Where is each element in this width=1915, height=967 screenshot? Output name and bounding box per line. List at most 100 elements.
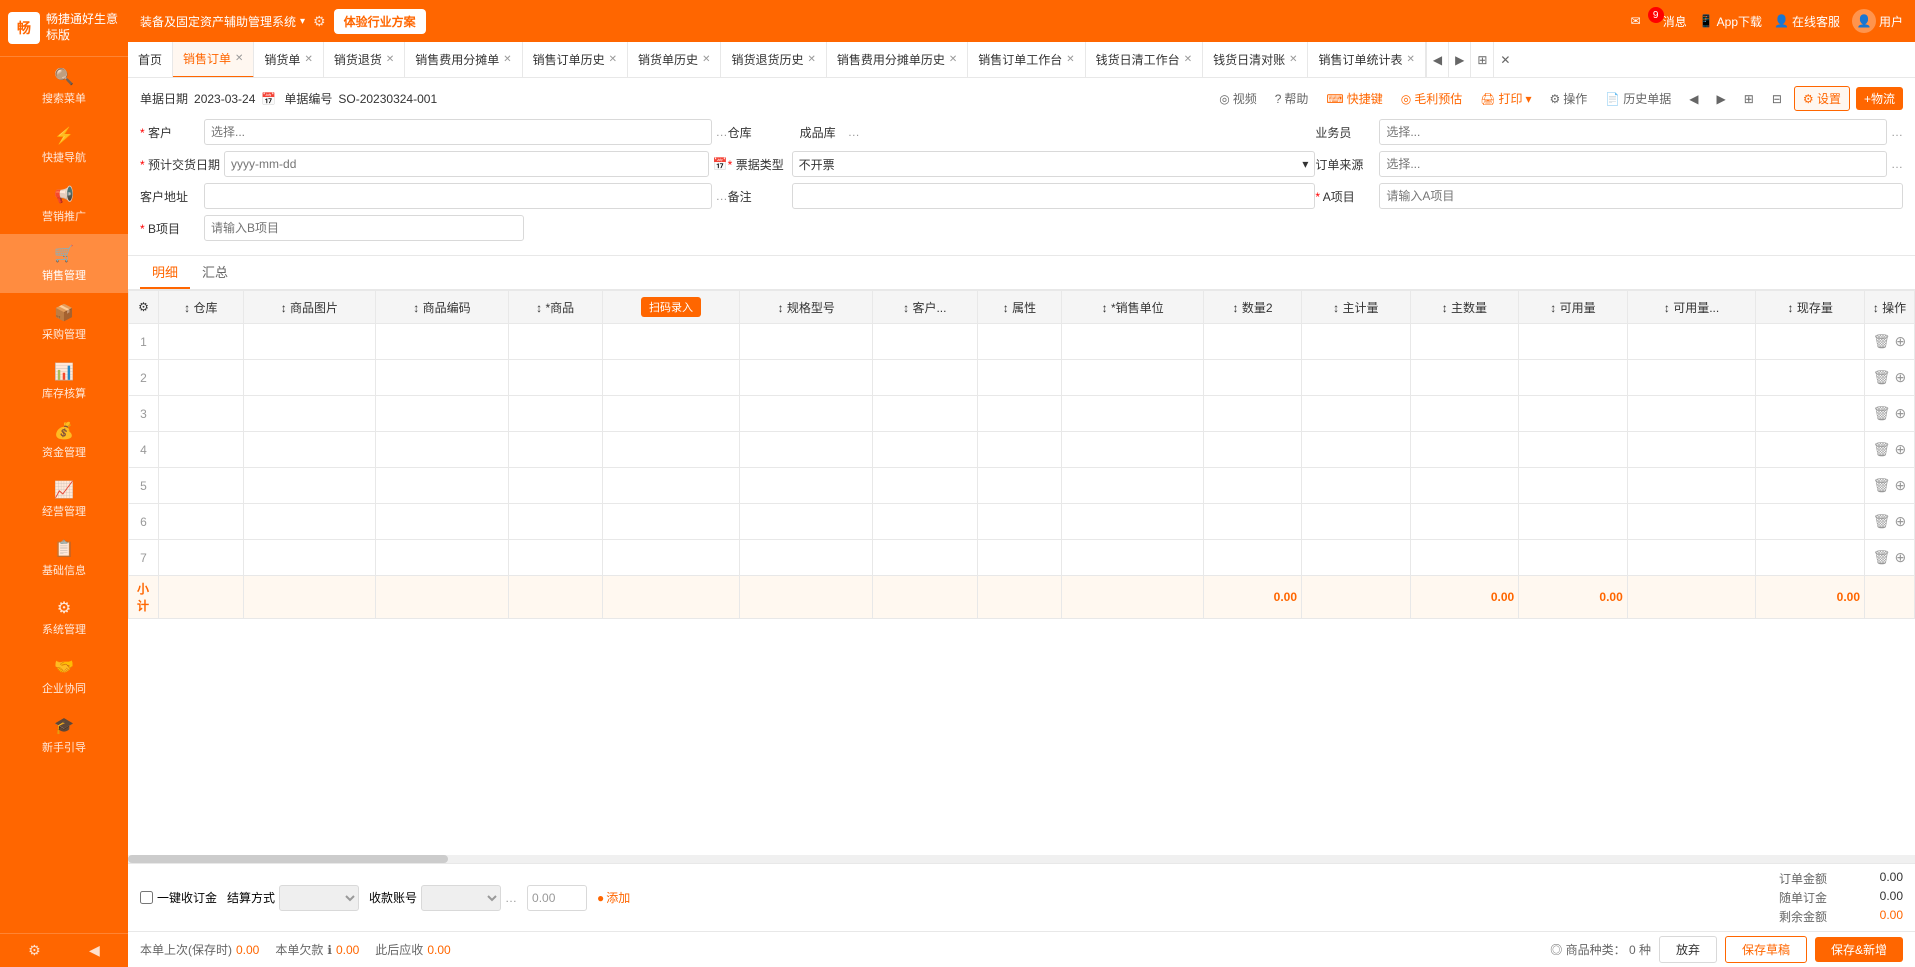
solution-button[interactable]: 体验行业方案 — [334, 9, 426, 34]
address-dots-icon[interactable]: … — [716, 189, 728, 203]
tab-cash-daily-workspace[interactable]: 钱货日清工作台✕ — [1086, 42, 1203, 78]
tab-sales-return[interactable]: 销货单✕ — [254, 42, 323, 78]
header-settings-icon[interactable]: ⚙ — [313, 13, 326, 30]
settings-icon[interactable]: ⚙ — [28, 942, 41, 959]
warehouse-dots-icon[interactable]: … — [848, 125, 860, 139]
copy-icon[interactable]: ⊕ — [1895, 333, 1907, 350]
save-draft-button[interactable]: 保存草稿 — [1725, 936, 1807, 963]
delete-icon[interactable]: 🗑 — [1873, 513, 1891, 530]
copy-icon[interactable]: ⊕ — [1895, 405, 1907, 422]
delete-icon[interactable]: 🗑 — [1873, 369, 1891, 386]
add-payment-button[interactable]: ● 添加 — [597, 889, 630, 906]
sidebar-item-quicknav[interactable]: ⚡快捷导航 — [0, 116, 128, 175]
note-input[interactable] — [792, 183, 1316, 209]
calendar-small-icon[interactable]: 📅 — [713, 157, 728, 171]
sidebar-item-finance[interactable]: 💰资金管理 — [0, 411, 128, 470]
sidebar-item-operations[interactable]: 📈经营管理 — [0, 470, 128, 529]
message-item[interactable]: ✉ 9 消息 — [1631, 13, 1687, 30]
sidebar-item-marketing[interactable]: 📢营销推广 — [0, 175, 128, 234]
tab-home[interactable]: 首页 — [128, 42, 173, 78]
tab-close-all-btn[interactable]: ✕ — [1493, 42, 1516, 78]
sidebar-item-guide[interactable]: 🎓新手引导 — [0, 706, 128, 765]
delete-icon[interactable]: 🗑 — [1873, 477, 1891, 494]
tab-sales-refund-history[interactable]: 销货退货历史✕ — [721, 42, 826, 78]
save-new-button[interactable]: 保存&新增 — [1815, 937, 1903, 962]
dropdown-arrow-icon[interactable]: ▾ — [300, 16, 305, 27]
copy-icon[interactable]: ⊕ — [1895, 369, 1907, 386]
nav-prev-icon[interactable]: ◀ — [1683, 90, 1704, 108]
sidebar-item-inventory[interactable]: 📊库存核算 — [0, 352, 128, 411]
col-settings-icon[interactable]: ⚙ — [138, 300, 149, 314]
help-btn[interactable]: ? 帮助 — [1269, 88, 1315, 109]
scan-btn[interactable]: 扫码录入 — [641, 297, 701, 317]
sidebar-item-enterprise[interactable]: 🤝企业协同 — [0, 647, 128, 706]
collapse-icon[interactable]: ◀ — [89, 942, 100, 959]
user-item[interactable]: 👤 用户 — [1852, 9, 1903, 33]
account-dots-icon[interactable]: … — [505, 891, 517, 905]
tab-expand-btn[interactable]: ⊞ — [1470, 42, 1493, 78]
tab-close-sales-order-workspace[interactable]: ✕ — [1066, 54, 1074, 65]
tab-sales-order[interactable]: 销售订单✕ — [173, 42, 254, 78]
sidebar-item-basic[interactable]: 📋基础信息 — [0, 529, 128, 588]
detail-tab-summary[interactable]: 汇总 — [190, 256, 240, 289]
sidebar-item-purchase[interactable]: 📦采购管理 — [0, 293, 128, 352]
operations-btn[interactable]: ⚙ 操作 — [1544, 88, 1594, 109]
sidebar-item-system[interactable]: ⚙系统管理 — [0, 588, 128, 647]
tab-sales-return-history[interactable]: 销货单历史✕ — [628, 42, 721, 78]
account-select[interactable] — [421, 885, 501, 911]
copy-icon[interactable]: ⊕ — [1895, 441, 1907, 458]
tab-close-sales-refund-history[interactable]: ✕ — [807, 54, 815, 65]
online-service-item[interactable]: 👤 在线客服 — [1774, 13, 1840, 30]
horizontal-scrollbar[interactable] — [128, 855, 1915, 863]
copy-icon[interactable]: ⊕ — [1895, 549, 1907, 566]
delete-icon[interactable]: 🗑 — [1873, 441, 1891, 458]
tab-close-cash-daily-workspace[interactable]: ✕ — [1184, 54, 1192, 65]
address-input[interactable] — [204, 183, 712, 209]
nav-next-icon[interactable]: ▶ — [1711, 90, 1732, 108]
settlement-select[interactable] — [279, 885, 359, 911]
order-source-input[interactable] — [1379, 151, 1887, 177]
tab-cash-reconcile[interactable]: 钱货日清对账✕ — [1203, 42, 1308, 78]
tab-prev-btn[interactable]: ◀ — [1426, 42, 1448, 78]
add-goods-button[interactable]: +物流 — [1856, 87, 1903, 110]
tab-sales-order-workspace[interactable]: 销售订单工作台✕ — [968, 42, 1085, 78]
tab-close-sales-return-history[interactable]: ✕ — [702, 54, 710, 65]
view-btn[interactable]: ◎ 视频 — [1213, 88, 1263, 109]
tab-next-btn[interactable]: ▶ — [1448, 42, 1470, 78]
tab-sales-expense-split[interactable]: 销售费用分摊单✕ — [405, 42, 522, 78]
tab-close-sales-order[interactable]: ✕ — [235, 53, 243, 64]
one-key-checkbox[interactable] — [140, 891, 153, 904]
copy-icon[interactable]: ⊕ — [1895, 477, 1907, 494]
scroll-thumb[interactable] — [128, 855, 448, 863]
tab-close-sales-expense-history[interactable]: ✕ — [949, 54, 957, 65]
b-project-input[interactable] — [204, 215, 524, 241]
maximize-icon[interactable]: ⊟ — [1766, 90, 1788, 108]
expand-icon[interactable]: ⊞ — [1738, 90, 1760, 108]
sidebar-item-sales[interactable]: 🛒销售管理 — [0, 234, 128, 293]
order-source-dots-icon[interactable]: … — [1891, 157, 1903, 171]
tab-close-sales-stats[interactable]: ✕ — [1407, 54, 1415, 65]
tab-close-sales-refund[interactable]: ✕ — [386, 54, 394, 65]
copy-icon[interactable]: ⊕ — [1895, 513, 1907, 530]
delivery-date-input[interactable] — [224, 151, 709, 177]
table-container[interactable]: ⚙↕ 仓库↕ 商品图片↕ 商品编码↕ *商品扫码录入↕ 规格型号↕ 客户...↕… — [128, 290, 1915, 855]
customer-dots-icon[interactable]: … — [716, 125, 728, 139]
delete-icon[interactable]: 🗑 — [1873, 549, 1891, 566]
tab-sales-stats[interactable]: 销售订单统计表✕ — [1308, 42, 1425, 78]
amount-input[interactable] — [527, 885, 587, 911]
a-project-input[interactable] — [1379, 183, 1903, 209]
delete-icon[interactable]: 🗑 — [1873, 405, 1891, 422]
shortcut-btn[interactable]: ⌨ 快捷键 — [1320, 88, 1388, 109]
sidebar-item-search[interactable]: 🔍搜索菜单 — [0, 57, 128, 116]
tab-close-sales-order-history[interactable]: ✕ — [609, 54, 617, 65]
settings-button[interactable]: ⚙ 设置 — [1794, 86, 1850, 111]
customer-input[interactable] — [204, 119, 712, 145]
tab-sales-expense-history[interactable]: 销售费用分摊单历史✕ — [827, 42, 968, 78]
print-btn[interactable]: 🖨 打印 ▾ — [1474, 88, 1537, 109]
detail-tab-detail[interactable]: 明细 — [140, 256, 190, 289]
delete-icon[interactable]: 🗑 — [1873, 333, 1891, 350]
salesperson-input[interactable] — [1379, 119, 1887, 145]
salesperson-dots-icon[interactable]: … — [1891, 125, 1903, 139]
discard-button[interactable]: 放弃 — [1659, 936, 1717, 963]
tab-close-sales-return[interactable]: ✕ — [304, 54, 312, 65]
